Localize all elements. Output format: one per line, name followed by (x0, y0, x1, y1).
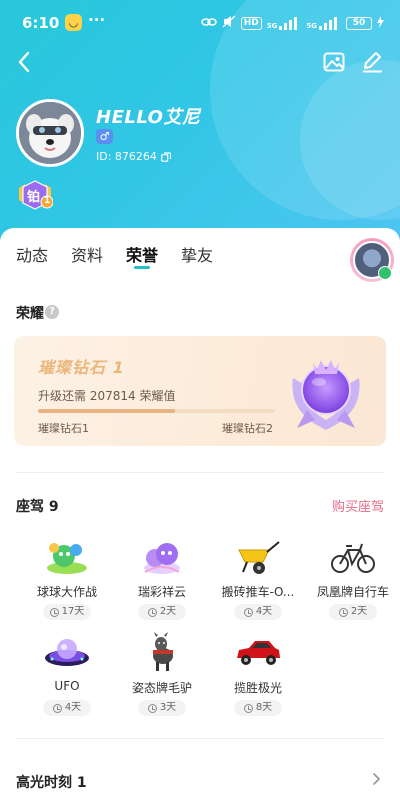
section-divider (16, 738, 384, 739)
clock-icon (52, 703, 62, 713)
current-level-label: 璀璨钻石1 (38, 422, 89, 435)
vehicle-duration: 4天 (234, 604, 282, 620)
change-cover-button[interactable] (320, 48, 348, 76)
honor-progress-fill (38, 409, 175, 413)
edit-pencil-icon (363, 52, 382, 73)
copy-icon[interactable] (161, 151, 171, 162)
user-id[interactable]: ID: 876264 (96, 150, 171, 163)
tab-honor[interactable]: 荣誉 (126, 242, 158, 266)
vehicle-name: 搬砖推车-O... (221, 585, 295, 599)
chevron-right-icon[interactable] (370, 772, 384, 786)
vehicles-section-title: 座驾 9 (16, 499, 59, 515)
notification-app-icon: ◡ (65, 14, 82, 31)
vehicle-name: 瑞彩祥云 (137, 585, 186, 599)
vehicle-duration-text: 4天 (255, 606, 273, 617)
system-indicators: HD 5G 5G 50 (200, 15, 384, 31)
vehicle-item[interactable]: 姿态牌毛驴 3天 (117, 632, 207, 726)
hd-indicator: HD (240, 16, 262, 30)
active-tab-indicator (134, 266, 150, 269)
vehicle-item[interactable]: 瑞彩祥云 2天 (117, 536, 207, 630)
vehicle-duration: 17天 (43, 604, 91, 620)
vehicle-duration-text: 8天 (255, 702, 273, 713)
buy-vehicle-link[interactable]: 购买座驾 (332, 496, 384, 515)
vehicle-duration: 3天 (138, 700, 186, 716)
signal-bars-icon (279, 16, 301, 30)
vehicle-duration-text: 17天 (61, 606, 85, 617)
level-badge-number: 1 (44, 196, 51, 206)
clock-icon (49, 607, 59, 617)
vehicle-duration-text: 3天 (159, 702, 177, 713)
vehicle-item[interactable]: 搬砖推车-O... 4天 (213, 536, 303, 630)
signal-2: 5G (306, 16, 341, 30)
tab-moments[interactable]: 动态 (16, 242, 48, 266)
tab-close-friends[interactable]: 挚友 (181, 242, 213, 266)
ball-game-car-icon (47, 543, 87, 574)
status-time: 6:10 (22, 14, 60, 32)
edit-profile-button[interactable] (358, 48, 386, 76)
vehicle-name: 揽胜极光 (233, 681, 282, 695)
highlights-section-title[interactable]: 高光时刻 1 (16, 772, 87, 792)
section-divider (16, 472, 384, 473)
vehicle-duration: 2天 (138, 604, 186, 620)
chevron-left-icon (18, 51, 30, 73)
profile-nickname: HELLO艾尼 (96, 107, 201, 128)
clock-icon (338, 607, 348, 617)
vehicle-name: UFO (54, 679, 80, 693)
vehicle-name: 凤凰牌自行车 (316, 585, 389, 599)
honor-section-title: 荣耀 (16, 306, 44, 322)
gender-male-icon: ♂ (96, 129, 113, 144)
link-icon (200, 16, 217, 31)
vehicle-item[interactable]: 凤凰牌自行车 2天 (308, 536, 398, 630)
room-avatar-button[interactable] (350, 238, 394, 282)
honor-tier-name: 璀璨钻石 1 (38, 358, 125, 377)
vehicle-duration: 8天 (234, 700, 282, 716)
vehicle-name: 姿态牌毛驴 (131, 681, 192, 695)
mic-live-icon (378, 266, 392, 280)
vehicle-duration: 2天 (329, 604, 377, 620)
battery-indicator: 50 (346, 16, 372, 30)
honor-upgrade-requirement: 升级还需 207814 荣耀值 (38, 389, 176, 403)
level-badge-text: 铂 (27, 190, 41, 205)
bicycle-icon (331, 543, 375, 573)
clock-icon (147, 607, 157, 617)
vehicle-item[interactable]: 球球大作战 17天 (22, 536, 112, 630)
clock-icon (243, 607, 253, 617)
signal-1: 5G (266, 16, 302, 30)
help-icon[interactable]: ? (45, 305, 59, 319)
clock-icon (147, 703, 157, 713)
status-bar: 6:10 ◡ ··· HD 5G 5G 50 (0, 0, 400, 44)
donkey-icon (153, 632, 173, 671)
network-type-1: 5G (266, 21, 278, 30)
vehicle-item[interactable]: UFO 4天 (22, 632, 112, 726)
user-id-text: ID: 876264 (96, 150, 157, 163)
more-notifications-icon: ··· (88, 11, 106, 29)
vehicle-duration: 4天 (43, 700, 91, 716)
mute-icon (222, 15, 236, 31)
honor-level-card[interactable]: 璀璨钻石 1 升级还需 207814 荣耀值 璀璨钻石1 璀璨钻石2 (14, 336, 386, 446)
ufo-icon (45, 639, 89, 666)
back-button[interactable] (10, 48, 38, 76)
profile-avatar[interactable] (16, 99, 84, 167)
profile-tabs: 动态 资料 荣誉 挚友 (0, 238, 400, 282)
lucky-cloud-icon (144, 543, 180, 574)
network-type-2: 5G (306, 21, 317, 30)
clock-icon (243, 703, 253, 713)
signal-bars-icon (319, 16, 341, 30)
next-level-label: 璀璨钻石2 (222, 422, 273, 435)
suv-car-icon (237, 641, 280, 665)
vehicle-duration-text: 2天 (350, 606, 368, 617)
wheelbarrow-icon (238, 541, 280, 574)
vehicle-name: 球球大作战 (36, 585, 97, 599)
charging-icon (377, 15, 384, 31)
vehicle-duration-text: 4天 (64, 702, 82, 713)
tab-profile-info[interactable]: 资料 (71, 242, 103, 266)
image-icon (323, 52, 345, 72)
honor-progress-bar (38, 409, 274, 413)
diamond-rank-shield-icon (292, 360, 360, 430)
vehicle-duration-text: 2天 (159, 606, 177, 617)
dog-avatar-icon (19, 102, 81, 164)
level-badge[interactable]: 铂 1 (17, 180, 54, 210)
vehicle-item[interactable]: 揽胜极光 8天 (213, 632, 303, 726)
